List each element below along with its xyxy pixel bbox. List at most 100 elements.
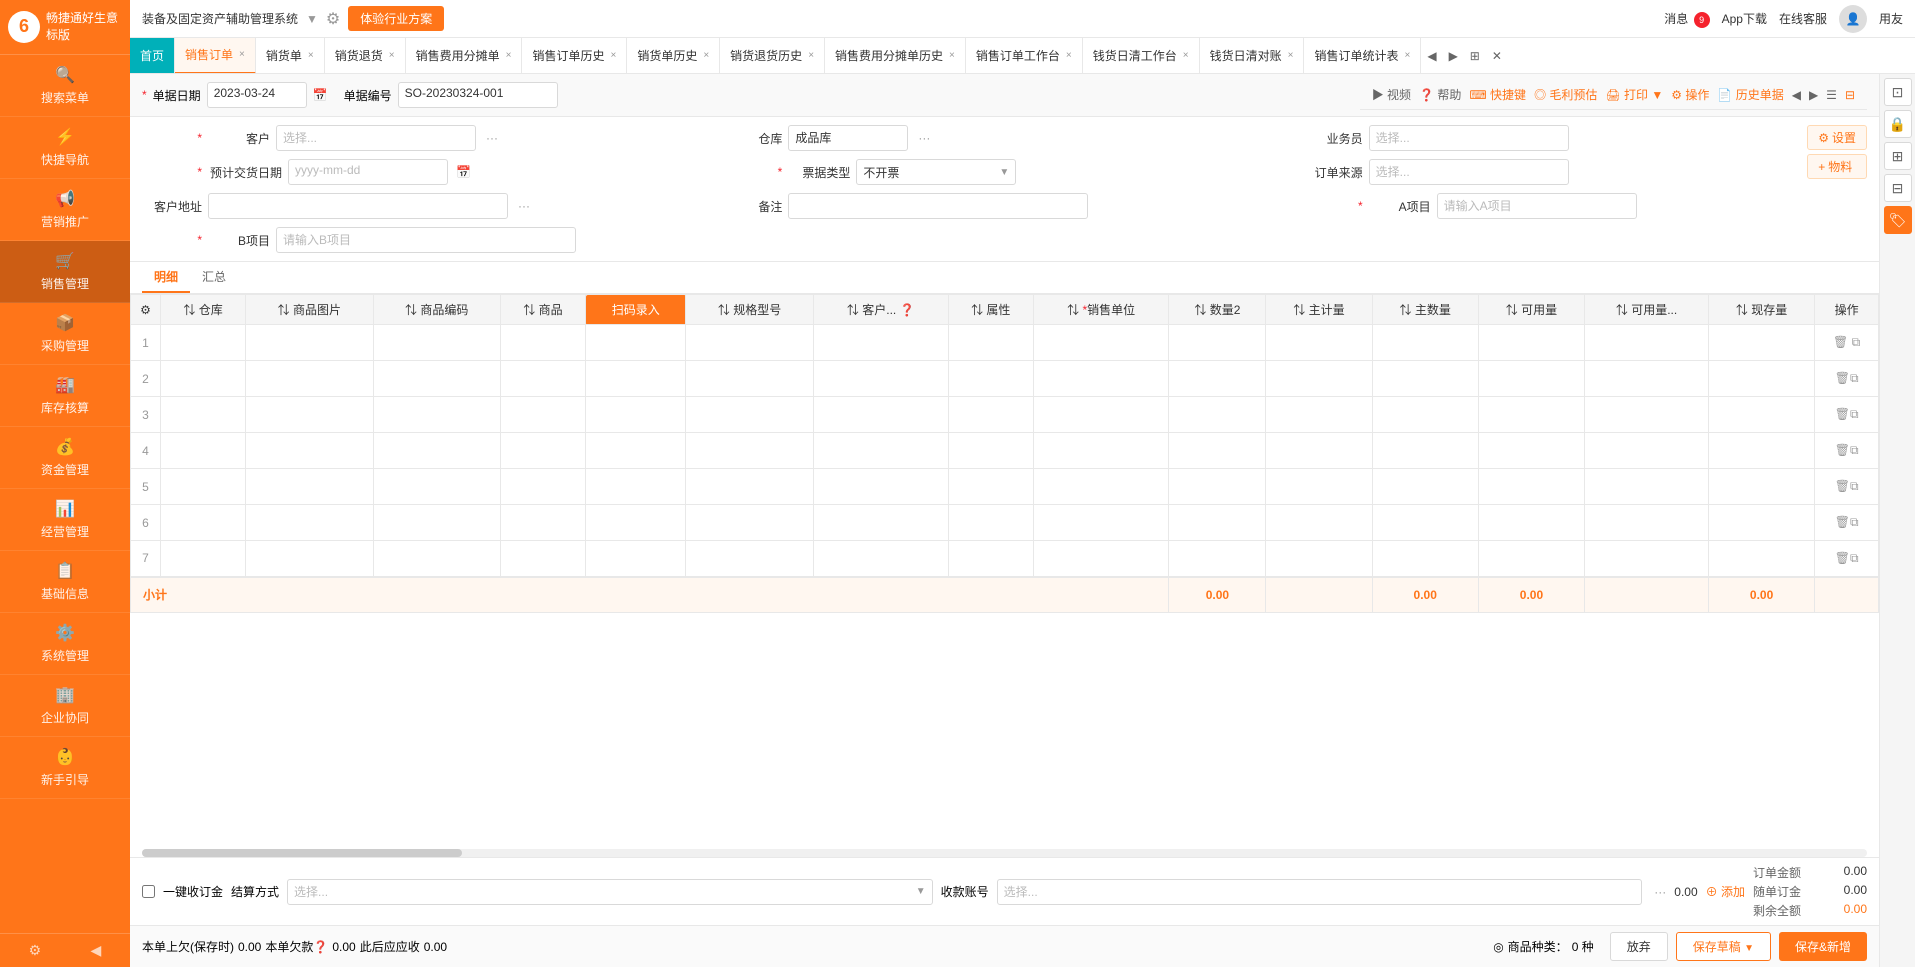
row-delete-icon-3[interactable]: 🗑 [1835,407,1850,421]
tabs-prev-arrow[interactable]: ◀ [1421,49,1442,63]
cell-unit-1[interactable] [1033,325,1169,361]
tab-close-sales-refund[interactable]: × [389,50,395,61]
cell-main-unit-2[interactable] [1266,361,1372,397]
cell-customer-code-6[interactable] [813,505,948,541]
cell-main-qty-7[interactable] [1372,541,1478,577]
cell-attr-7[interactable] [948,541,1033,577]
sort-icon14[interactable]: ⇅ [1736,303,1748,317]
cell-customer-code-7[interactable] [813,541,948,577]
tab-cash-workbench[interactable]: 钱货日清工作台 × [1083,38,1200,74]
cell-qty2-4[interactable] [1169,433,1266,469]
cell-scan-2[interactable] [586,361,686,397]
cell-qty2-1[interactable] [1169,325,1266,361]
tab-order-history[interactable]: 销售订单历史 × [522,38,627,74]
cell-qty2-6[interactable] [1169,505,1266,541]
cell-main-qty-1[interactable] [1372,325,1478,361]
warehouse-input[interactable]: 成品库 [788,125,908,151]
cell-main-qty-3[interactable] [1372,397,1478,433]
cell-main-unit-5[interactable] [1266,469,1372,505]
cell-avail-5[interactable] [1478,469,1584,505]
cell-main-unit-3[interactable] [1266,397,1372,433]
cell-warehouse-4[interactable] [161,433,246,469]
row-copy-icon-7[interactable]: ⧉ [1850,551,1859,565]
cell-qty2-7[interactable] [1169,541,1266,577]
toolbar-preview[interactable]: ▶ 视频 [1372,86,1411,103]
cell-avail-3[interactable] [1478,397,1584,433]
tab-close-fee-history[interactable]: × [949,50,955,61]
cell-warehouse-2[interactable] [161,361,246,397]
cell-scan-1[interactable] [586,325,686,361]
tab-summary[interactable]: 汇总 [190,262,238,293]
tab-fee-history[interactable]: 销售费用分摊单历史 × [825,38,966,74]
customer-more-icon[interactable]: ··· [486,131,498,145]
tab-sales-return[interactable]: 销货单 × [256,38,325,74]
tab-close-order-history[interactable]: × [610,50,616,61]
row-copy-icon-3[interactable]: ⧉ [1850,407,1859,421]
col-help-icon[interactable]: ❓ [900,303,915,317]
address-more-icon[interactable]: ··· [518,199,530,213]
cell-avail-more-5[interactable] [1585,469,1709,505]
toolbar-history[interactable]: 📄 历史单据 [1717,86,1783,103]
cell-stock-1[interactable] [1708,325,1814,361]
cell-image-5[interactable] [246,469,373,505]
tab-sales-order[interactable]: 销售订单 × [175,38,256,74]
sort-icon5[interactable]: ⇅ [718,303,730,317]
row-delete-icon-5[interactable]: 🗑 [1835,479,1850,493]
cell-code-5[interactable] [373,469,500,505]
cell-scan-4[interactable] [586,433,686,469]
sidebar-item-quick-nav[interactable]: ⚡ 快捷导航 [0,117,130,179]
cell-stock-6[interactable] [1708,505,1814,541]
cell-image-1[interactable] [246,325,373,361]
tab-sales-refund[interactable]: 销货退货 × [325,38,406,74]
sidebar-item-operations[interactable]: 📊 经营管理 [0,489,130,551]
cell-code-1[interactable] [373,325,500,361]
cell-avail-6[interactable] [1478,505,1584,541]
a-project-input[interactable]: 请输入A项目 [1437,193,1637,219]
cell-product-2[interactable] [500,361,585,397]
cell-spec-7[interactable] [686,541,813,577]
cell-qty2-5[interactable] [1169,469,1266,505]
order-no-input[interactable]: SO-20230324-001 [398,82,558,108]
toolbar-shortcut[interactable]: ⌨ 快捷键 [1469,86,1526,103]
tab-detail[interactable]: 明细 [142,262,190,293]
toolbar-profit[interactable]: ◎ 毛利预估 [1534,86,1597,103]
tab-return-history[interactable]: 销货单历史 × [627,38,720,74]
toolbar-operations[interactable]: ⚙ 操作 [1671,86,1709,103]
cell-spec-2[interactable] [686,361,813,397]
customer-input[interactable]: 选择... [276,125,476,151]
salesperson-input[interactable]: 选择... [1369,125,1569,151]
col-scan-input[interactable]: 扫码录入 [586,295,686,325]
sidebar-item-finance[interactable]: 💰 资金管理 [0,427,130,489]
add-material-button[interactable]: + 物料 [1807,154,1867,179]
cell-code-6[interactable] [373,505,500,541]
cell-code-2[interactable] [373,361,500,397]
cell-attr-2[interactable] [948,361,1033,397]
cell-image-4[interactable] [246,433,373,469]
cell-spec-4[interactable] [686,433,813,469]
receipt-more-icon[interactable]: ··· [1654,885,1666,899]
customer-address-input[interactable] [208,193,508,219]
row-copy-icon-6[interactable]: ⧉ [1850,515,1859,529]
row-delete-icon-7[interactable]: 🗑 [1835,551,1850,565]
b-project-input[interactable]: 请输入B项目 [276,227,576,253]
tabs-close-icon[interactable]: ✕ [1486,49,1508,63]
cell-unit-7[interactable] [1033,541,1169,577]
cell-main-unit-7[interactable] [1266,541,1372,577]
right-panel-btn-3[interactable]: ⊞ [1884,142,1912,170]
cell-stock-3[interactable] [1708,397,1814,433]
sort-icon2[interactable]: ⇅ [278,303,290,317]
save-draft-button[interactable]: 保存草稿 ▼ [1676,932,1771,961]
cell-code-7[interactable] [373,541,500,577]
cell-attr-3[interactable] [948,397,1033,433]
notes-input[interactable] [788,193,1088,219]
cell-code-3[interactable] [373,397,500,433]
scrollbar-thumb[interactable] [142,849,462,857]
toolbar-nav-next[interactable]: ▶ [1809,88,1818,102]
tab-close-order-stats[interactable]: × [1404,50,1410,61]
cell-scan-5[interactable] [586,469,686,505]
tab-close-sales-order[interactable]: × [239,49,245,60]
print-dropdown-icon[interactable]: ▼ [1651,88,1663,102]
delivery-calendar-icon[interactable]: 📅 [456,165,471,179]
cell-avail-more-6[interactable] [1585,505,1709,541]
right-panel-btn-4[interactable]: ⊟ [1884,174,1912,202]
